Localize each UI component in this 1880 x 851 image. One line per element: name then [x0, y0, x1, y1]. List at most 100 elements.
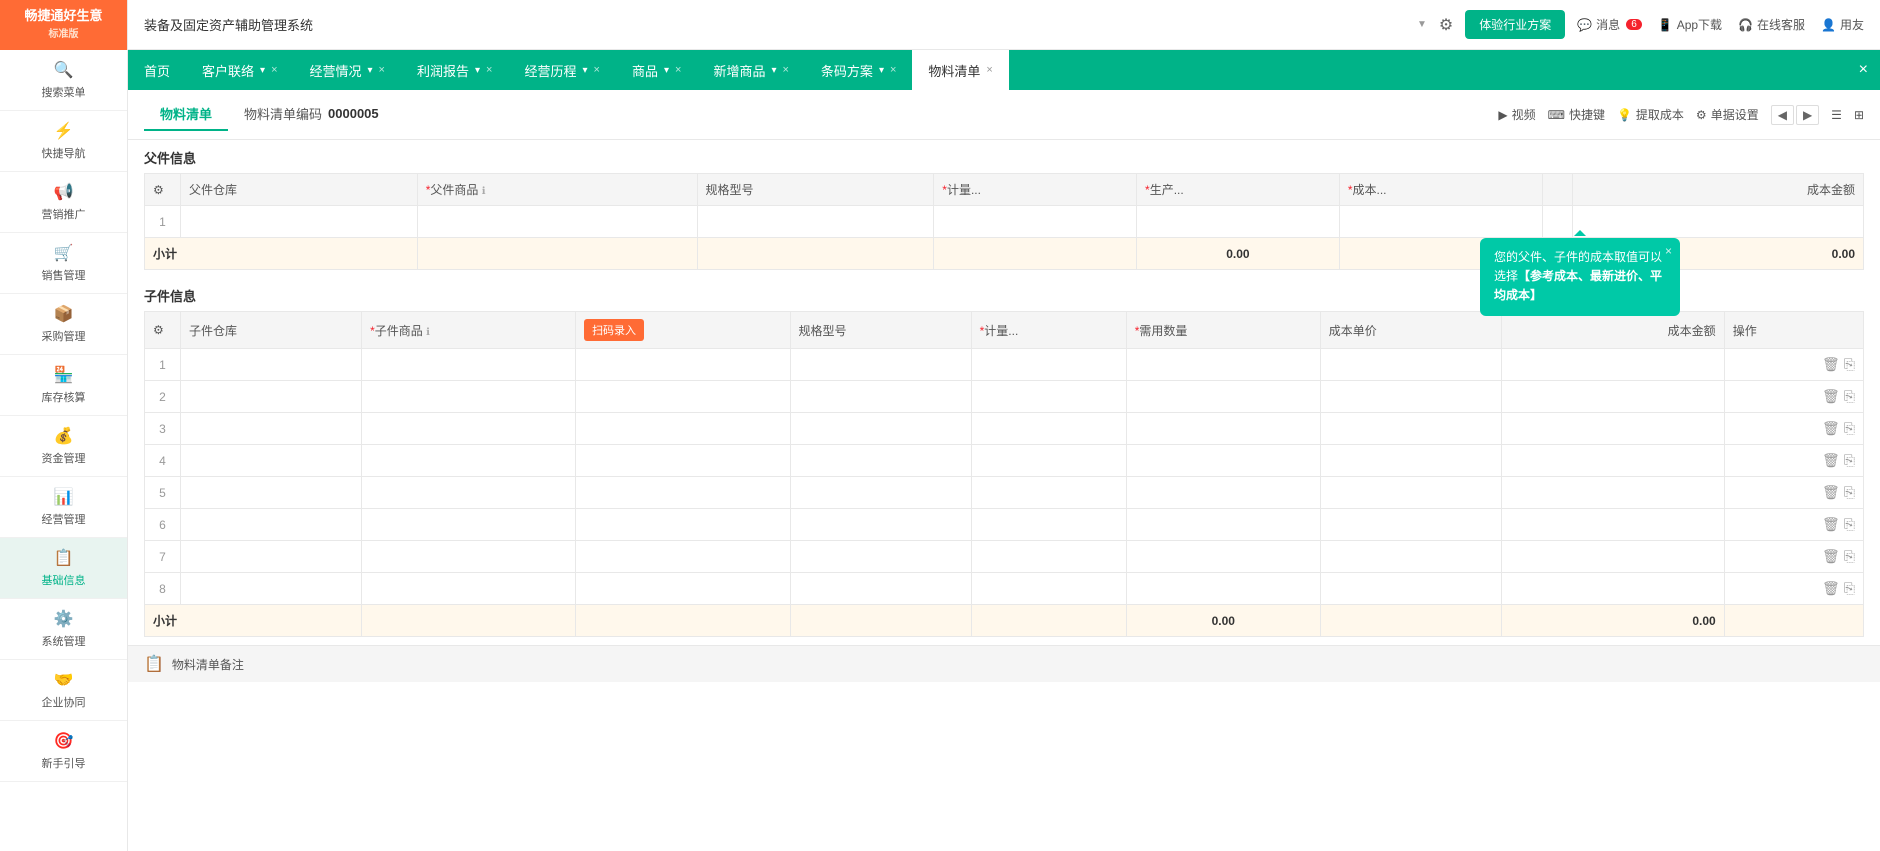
- child-qty-2[interactable]: [1126, 381, 1320, 413]
- child-product-6[interactable]: [362, 509, 576, 541]
- tab-history[interactable]: 经营历程 ▾ ×: [508, 50, 615, 90]
- child-unit-cost-1[interactable]: [1320, 349, 1501, 381]
- delete-icon-6[interactable]: 🗑: [1822, 516, 1840, 533]
- sidebar-item-system[interactable]: ⚙️ 系统管理: [0, 599, 127, 660]
- sidebar-item-sales[interactable]: 🛒 销售管理: [0, 233, 127, 294]
- parent-spec-cell[interactable]: [697, 206, 934, 238]
- child-warehouse-6[interactable]: [181, 509, 362, 541]
- child-unit-2[interactable]: [971, 381, 1126, 413]
- copy-icon-7[interactable]: ⎘: [1844, 548, 1855, 565]
- sidebar-item-basic-info[interactable]: 📋 基础信息: [0, 538, 127, 599]
- single-settings-button[interactable]: ⚙ 单据设置: [1696, 106, 1759, 123]
- scan-input-button[interactable]: 扫码录入: [584, 319, 644, 341]
- message-button[interactable]: 💬 消息 6: [1577, 16, 1642, 33]
- parent-product-cell[interactable]: [417, 206, 697, 238]
- tab-product[interactable]: 商品 ▾ ×: [616, 50, 697, 90]
- online-service-button[interactable]: 🎧 在线客服: [1738, 16, 1805, 33]
- copy-icon-1[interactable]: ⎘: [1844, 356, 1855, 373]
- child-qty-5[interactable]: [1126, 477, 1320, 509]
- copy-icon-2[interactable]: ⎘: [1844, 388, 1855, 405]
- child-cost-amount-7[interactable]: [1501, 541, 1724, 573]
- child-qty-1[interactable]: [1126, 349, 1320, 381]
- child-unit-8[interactable]: [971, 573, 1126, 605]
- child-product-2[interactable]: [362, 381, 576, 413]
- sidebar-item-marketing[interactable]: 📢 营销推广: [0, 172, 127, 233]
- sidebar-item-finance[interactable]: 💰 资金管理: [0, 416, 127, 477]
- grid-view-button[interactable]: ☰: [1831, 108, 1842, 122]
- child-cost-amount-8[interactable]: [1501, 573, 1724, 605]
- child-product-3[interactable]: [362, 413, 576, 445]
- system-dropdown-arrow[interactable]: ▼: [1417, 19, 1427, 30]
- child-product-4[interactable]: [362, 445, 576, 477]
- app-download-button[interactable]: 📱 App下载: [1658, 16, 1722, 33]
- tab-barcode-close[interactable]: ×: [890, 64, 896, 76]
- tab-customer-close[interactable]: ×: [271, 64, 277, 76]
- sub-tab-bom-code[interactable]: 物料清单编码 0000005: [228, 98, 395, 131]
- tab-new-product-close[interactable]: ×: [782, 64, 788, 76]
- child-unit-7[interactable]: [971, 541, 1126, 573]
- copy-icon-5[interactable]: ⎘: [1844, 484, 1855, 501]
- parent-col-settings[interactable]: ⚙: [145, 174, 181, 206]
- tab-operations-close[interactable]: ×: [379, 64, 385, 76]
- delete-icon-1[interactable]: 🗑: [1822, 356, 1840, 373]
- copy-icon-6[interactable]: ⎘: [1844, 516, 1855, 533]
- sidebar-item-inventory[interactable]: 🏪 库存核算: [0, 355, 127, 416]
- child-unit-cost-5[interactable]: [1320, 477, 1501, 509]
- tab-profit[interactable]: 利润报告 ▾ ×: [401, 50, 508, 90]
- tab-profit-close[interactable]: ×: [486, 64, 492, 76]
- child-unit-cost-2[interactable]: [1320, 381, 1501, 413]
- child-warehouse-5[interactable]: [181, 477, 362, 509]
- child-qty-6[interactable]: [1126, 509, 1320, 541]
- next-arrow[interactable]: ▶: [1796, 105, 1819, 125]
- sidebar-item-search[interactable]: 🔍 搜索菜单: [0, 50, 127, 111]
- child-spec-5[interactable]: [790, 477, 971, 509]
- child-product-7[interactable]: [362, 541, 576, 573]
- child-unit-cost-8[interactable]: [1320, 573, 1501, 605]
- child-cost-amount-5[interactable]: [1501, 477, 1724, 509]
- parent-cost-amount-cell[interactable]: [1572, 206, 1863, 238]
- child-spec-6[interactable]: [790, 509, 971, 541]
- parent-production-cell[interactable]: [1137, 206, 1340, 238]
- close-all-tabs[interactable]: ×: [1847, 61, 1880, 79]
- copy-icon-4[interactable]: ⎘: [1844, 452, 1855, 469]
- try-button[interactable]: 体验行业方案: [1465, 10, 1565, 39]
- child-qty-3[interactable]: [1126, 413, 1320, 445]
- parent-unit-cell[interactable]: [934, 206, 1137, 238]
- child-product-5[interactable]: [362, 477, 576, 509]
- child-spec-7[interactable]: [790, 541, 971, 573]
- sidebar-item-operations[interactable]: 📊 经营管理: [0, 477, 127, 538]
- child-product-1[interactable]: [362, 349, 576, 381]
- child-unit-4[interactable]: [971, 445, 1126, 477]
- user-button[interactable]: 👤 用友: [1821, 16, 1864, 33]
- tab-new-product[interactable]: 新增商品 ▾ ×: [697, 50, 804, 90]
- sub-tab-bom-list[interactable]: 物料清单: [144, 98, 228, 131]
- child-warehouse-4[interactable]: [181, 445, 362, 477]
- tab-bom-close[interactable]: ×: [986, 64, 992, 76]
- copy-icon-8[interactable]: ⎘: [1844, 580, 1855, 597]
- shortcut-button[interactable]: ⌨ 快捷键: [1548, 106, 1605, 123]
- expand-button[interactable]: ⊞: [1854, 108, 1864, 122]
- sidebar-item-purchase[interactable]: 📦 采购管理: [0, 294, 127, 355]
- child-spec-1[interactable]: [790, 349, 971, 381]
- delete-icon-5[interactable]: 🗑: [1822, 484, 1840, 501]
- child-warehouse-8[interactable]: [181, 573, 362, 605]
- child-unit-cost-7[interactable]: [1320, 541, 1501, 573]
- parent-warehouse-cell[interactable]: [181, 206, 418, 238]
- tab-barcode[interactable]: 条码方案 ▾ ×: [805, 50, 912, 90]
- child-unit-cost-3[interactable]: [1320, 413, 1501, 445]
- child-qty-8[interactable]: [1126, 573, 1320, 605]
- tooltip-close-button[interactable]: ×: [1665, 242, 1672, 261]
- child-warehouse-2[interactable]: [181, 381, 362, 413]
- sidebar-item-enterprise[interactable]: 🤝 企业协同: [0, 660, 127, 721]
- child-warehouse-7[interactable]: [181, 541, 362, 573]
- sidebar-item-quick-nav[interactable]: ⚡ 快捷导航: [0, 111, 127, 172]
- delete-icon-2[interactable]: 🗑: [1822, 388, 1840, 405]
- child-cost-amount-4[interactable]: [1501, 445, 1724, 477]
- child-spec-2[interactable]: [790, 381, 971, 413]
- child-spec-4[interactable]: [790, 445, 971, 477]
- child-warehouse-1[interactable]: [181, 349, 362, 381]
- sidebar-item-guide[interactable]: 🎯 新手引导: [0, 721, 127, 782]
- tab-bom[interactable]: 物料清单 ×: [912, 50, 1008, 90]
- child-spec-8[interactable]: [790, 573, 971, 605]
- child-qty-7[interactable]: [1126, 541, 1320, 573]
